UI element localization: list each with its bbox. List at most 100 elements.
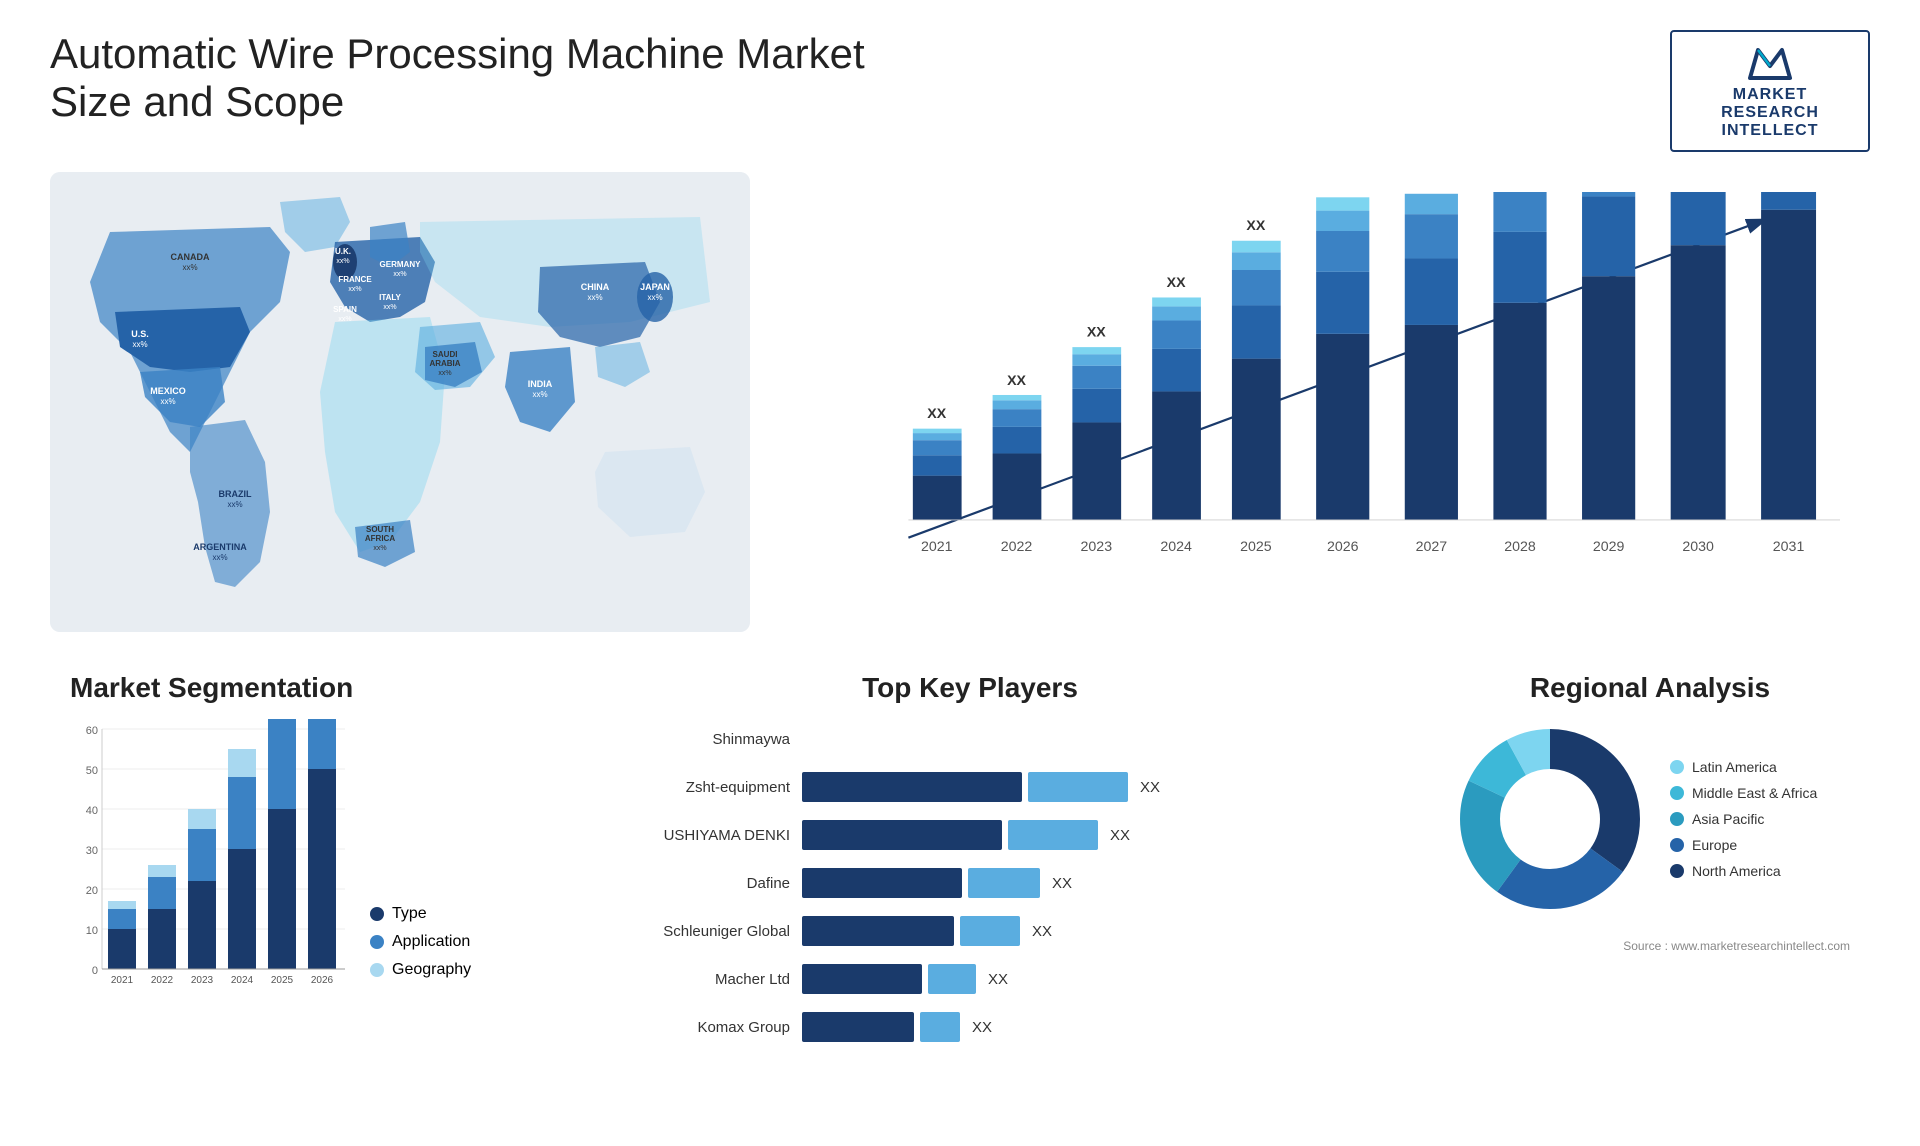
player-ushiyama: USHIYAMA DENKI XX <box>570 820 1370 850</box>
header: Automatic Wire Processing Machine Market… <box>50 30 1870 152</box>
regional-legend: Latin America Middle East & Africa Asia … <box>1670 759 1817 879</box>
svg-text:xx%: xx% <box>348 286 361 293</box>
svg-text:INDIA: INDIA <box>528 379 553 389</box>
svg-text:2024: 2024 <box>231 975 254 986</box>
legend-mea: Middle East & Africa <box>1670 785 1817 801</box>
svg-text:2028: 2028 <box>1504 539 1536 555</box>
svg-text:xx%: xx% <box>438 370 451 377</box>
svg-text:xx%: xx% <box>532 390 547 399</box>
svg-text:2025: 2025 <box>271 975 294 986</box>
svg-text:XX: XX <box>927 406 946 422</box>
svg-text:XX: XX <box>1246 218 1265 234</box>
legend-app-dot <box>370 935 384 949</box>
logo-box: MARKET RESEARCH INTELLECT <box>1670 30 1870 152</box>
svg-text:ITALY: ITALY <box>379 293 401 302</box>
player-bar-area: XX <box>802 772 1370 802</box>
svg-text:2027: 2027 <box>1416 539 1448 555</box>
svg-text:JAPAN: JAPAN <box>640 282 670 292</box>
svg-text:2026: 2026 <box>1327 539 1359 555</box>
player-bar-light <box>920 1012 960 1042</box>
svg-text:0: 0 <box>92 965 98 977</box>
main-container: Automatic Wire Processing Machine Market… <box>0 0 1920 1146</box>
regional-title: Regional Analysis <box>1450 672 1850 704</box>
svg-text:2031: 2031 <box>1773 539 1805 555</box>
player-bar-area: XX <box>802 868 1370 898</box>
legend-geography: Geography <box>370 961 471 979</box>
key-players-section: Top Key Players Shinmaywa Zsht-equipment… <box>540 662 1400 1062</box>
player-name: Macher Ltd <box>570 971 790 988</box>
player-bar-light <box>968 868 1040 898</box>
player-schleuniger: Schleuniger Global XX <box>570 916 1370 946</box>
svg-text:10: 10 <box>86 925 98 937</box>
top-section: CANADA xx% U.S. xx% MEXICO xx% BRAZIL xx… <box>50 172 1870 632</box>
player-name: USHIYAMA DENKI <box>570 827 790 844</box>
svg-text:AFRICA: AFRICA <box>365 534 395 543</box>
player-bar-dark <box>802 916 954 946</box>
svg-text:60: 60 <box>86 725 98 737</box>
svg-text:MEXICO: MEXICO <box>150 386 186 396</box>
player-bar-light <box>1008 820 1098 850</box>
svg-text:40: 40 <box>86 805 98 817</box>
svg-text:2022: 2022 <box>1001 539 1033 555</box>
svg-text:xx%: xx% <box>132 340 147 349</box>
svg-text:xx%: xx% <box>160 397 175 406</box>
player-value: XX <box>988 971 1008 988</box>
player-zsht: Zsht-equipment XX <box>570 772 1370 802</box>
logo-text-intellect: INTELLECT <box>1722 122 1819 140</box>
player-bar-light <box>960 916 1020 946</box>
svg-text:CHINA: CHINA <box>581 282 610 292</box>
svg-text:xx%: xx% <box>227 500 242 509</box>
svg-text:SPAIN: SPAIN <box>333 305 357 314</box>
page-title: Automatic Wire Processing Machine Market… <box>50 30 950 126</box>
donut-chart <box>1450 719 1650 919</box>
svg-text:50: 50 <box>86 765 98 777</box>
svg-text:xx%: xx% <box>182 263 197 272</box>
svg-text:2023: 2023 <box>191 975 214 986</box>
player-name: Schleuniger Global <box>570 923 790 940</box>
bar-chart-container: XX 2021 XX 2022 <box>780 172 1870 632</box>
svg-text:XX: XX <box>1007 373 1026 389</box>
svg-text:XX: XX <box>1087 324 1106 340</box>
segmentation-legend: Type Application Geography <box>370 905 471 999</box>
svg-text:2025: 2025 <box>1240 539 1272 555</box>
player-bar-area: XX <box>802 1012 1370 1042</box>
legend-type-label: Type <box>392 905 427 923</box>
svg-text:xx%: xx% <box>212 553 227 562</box>
svg-text:xx%: xx% <box>373 545 386 552</box>
asia-pacific-dot <box>1670 812 1684 826</box>
asia-pacific-label: Asia Pacific <box>1692 811 1764 827</box>
mea-dot <box>1670 786 1684 800</box>
svg-text:xx%: xx% <box>647 293 662 302</box>
logo-text-market: MARKET <box>1733 86 1807 104</box>
north-america-dot <box>1670 864 1684 878</box>
player-bar-dark <box>802 772 1022 802</box>
svg-text:30: 30 <box>86 845 98 857</box>
player-bar-dark <box>802 1012 914 1042</box>
key-players-title: Top Key Players <box>570 672 1370 704</box>
svg-text:GERMANY: GERMANY <box>380 260 422 269</box>
player-bar-dark <box>802 964 922 994</box>
player-dafine: Dafine XX <box>570 868 1370 898</box>
player-value: XX <box>972 1019 992 1036</box>
player-value: XX <box>1032 923 1052 940</box>
player-name: Shinmaywa <box>570 731 790 748</box>
svg-text:SAUDI: SAUDI <box>433 350 458 359</box>
svg-text:xx%: xx% <box>336 258 349 265</box>
player-bar-area: XX <box>802 820 1370 850</box>
player-value: XX <box>1140 779 1160 796</box>
legend-north-america: North America <box>1670 863 1817 879</box>
svg-text:FRANCE: FRANCE <box>338 275 372 284</box>
legend-type: Type <box>370 905 471 923</box>
svg-text:xx%: xx% <box>338 316 351 323</box>
svg-text:SOUTH: SOUTH <box>366 525 394 534</box>
svg-text:2022: 2022 <box>151 975 174 986</box>
player-bar-light <box>1028 772 1128 802</box>
segmentation-section: Market Segmentation 0 10 20 30 40 50 60 <box>50 662 510 1062</box>
player-name: Zsht-equipment <box>570 779 790 796</box>
world-map: CANADA xx% U.S. xx% MEXICO xx% BRAZIL xx… <box>50 172 750 632</box>
latin-america-label: Latin America <box>1692 759 1777 775</box>
player-bar-area <box>802 724 1370 754</box>
legend-application: Application <box>370 933 471 951</box>
player-bar-dark <box>802 820 1002 850</box>
svg-text:ARGENTINA: ARGENTINA <box>193 542 247 552</box>
